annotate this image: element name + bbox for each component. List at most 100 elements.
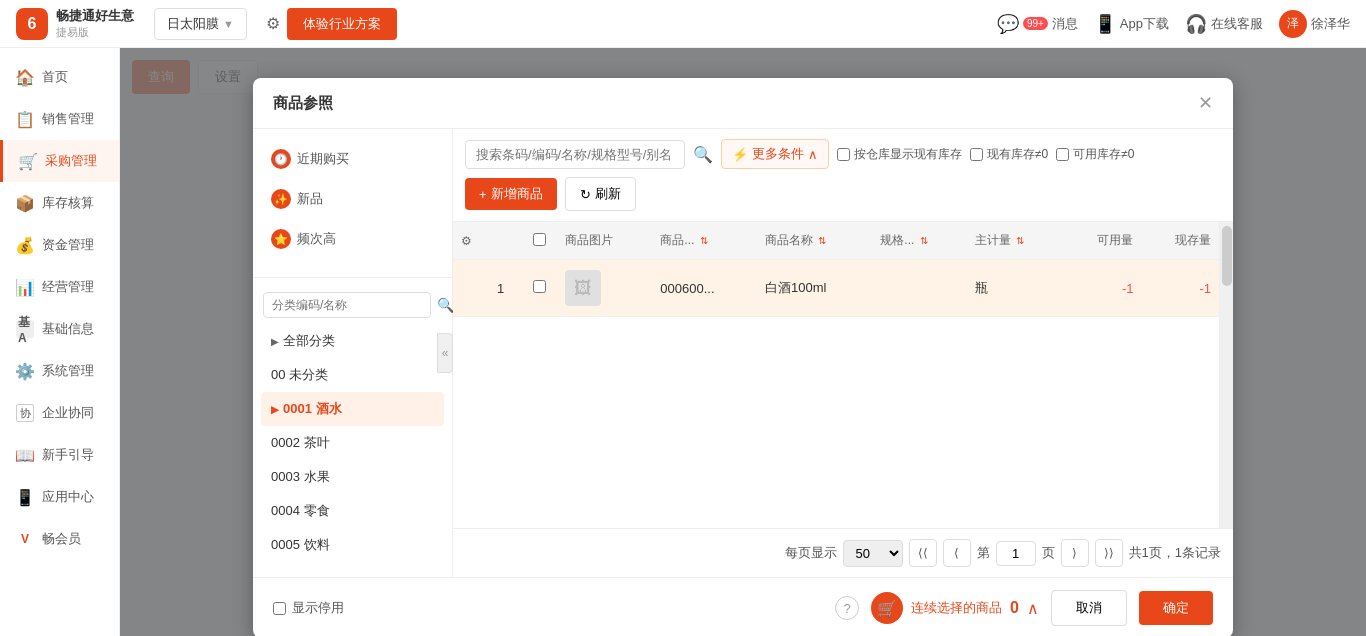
- sidebar-item-enterprise[interactable]: 协 企业协同: [0, 392, 119, 434]
- last-page-button[interactable]: ⟩⟩: [1095, 539, 1123, 567]
- category-item-0005[interactable]: 0005 饮料: [261, 528, 444, 562]
- sidebar-item-sales[interactable]: 📋 销售管理: [0, 98, 119, 140]
- left-panel-collapse-btn[interactable]: «: [437, 333, 453, 373]
- page-label: 第: [977, 544, 990, 562]
- column-settings-icon[interactable]: ⚙: [461, 234, 472, 248]
- help-icon[interactable]: ?: [835, 596, 859, 620]
- cat-label-00: 00 未分类: [271, 366, 328, 384]
- sidebar-item-label: 系统管理: [42, 362, 94, 380]
- tab-recent[interactable]: 🕐 近期购买: [261, 141, 444, 177]
- th-name[interactable]: 商品名称 ⇅: [757, 222, 872, 260]
- new-icon: ✨: [271, 189, 291, 209]
- sidebar-item-basic[interactable]: 基A 基础信息: [0, 308, 119, 350]
- filter-icon: ⚡: [732, 147, 748, 162]
- tab-frequent[interactable]: ⭐ 频次高: [261, 221, 444, 257]
- confirm-button[interactable]: 确定: [1139, 591, 1213, 625]
- user-name: 徐泽华: [1311, 15, 1350, 33]
- sidebar-item-stock[interactable]: 📦 库存核算: [0, 182, 119, 224]
- avail-ne0-label: 可用库存≠0: [1073, 146, 1134, 163]
- user-nav[interactable]: 泽 徐泽华: [1279, 10, 1350, 38]
- filter-button[interactable]: ⚡ 更多条件 ∧: [721, 139, 829, 169]
- category-item-0001[interactable]: ▶ 0001 酒水: [261, 392, 444, 426]
- category-item-0008[interactable]: 0008 水: [261, 562, 444, 565]
- category-search-icon[interactable]: 🔍: [437, 297, 454, 313]
- th-spec[interactable]: 规格... ⇅: [872, 222, 966, 260]
- category-item-all[interactable]: ▶ 全部分类: [261, 324, 444, 358]
- sidebar-item-member[interactable]: V 畅会员: [0, 518, 119, 560]
- category-item-0003[interactable]: 0003 水果: [261, 460, 444, 494]
- row-checkbox[interactable]: [533, 280, 546, 293]
- show-disabled-checkbox[interactable]: 显示停用: [273, 599, 344, 617]
- category-item-0004[interactable]: 0004 零食: [261, 494, 444, 528]
- add-product-button[interactable]: + 新增商品: [465, 178, 557, 210]
- cat-arrow-all: ▶: [271, 336, 279, 347]
- warehouse-display-checkbox[interactable]: 按仓库显示现有库存: [837, 146, 962, 163]
- th-gear[interactable]: ⚙: [453, 222, 489, 260]
- total-info: 共1页，1条记录: [1129, 544, 1221, 562]
- modal-left-panel: 🕐 近期购买 ✨ 新品 ⭐ 频次高: [253, 129, 453, 577]
- page-size-select[interactable]: 10 20 50 100: [843, 540, 903, 567]
- avail-ne0-input[interactable]: [1056, 148, 1069, 161]
- modal-close-button[interactable]: ✕: [1198, 92, 1213, 114]
- category-item-00[interactable]: 00 未分类: [261, 358, 444, 392]
- cancel-button[interactable]: 取消: [1051, 590, 1127, 626]
- frequent-icon: ⭐: [271, 229, 291, 249]
- category-search-input[interactable]: [263, 292, 431, 318]
- member-icon: V: [16, 530, 34, 548]
- stock-ne0-input[interactable]: [970, 148, 983, 161]
- app-download-nav[interactable]: 📱 App下载: [1094, 13, 1169, 35]
- scrollbar-thumb[interactable]: [1222, 226, 1232, 286]
- tab-new[interactable]: ✨ 新品: [261, 181, 444, 217]
- service-nav[interactable]: 🎧 在线客服: [1185, 13, 1263, 35]
- stock-ne0-checkbox[interactable]: 现有库存≠0: [970, 146, 1048, 163]
- refresh-icon: ↻: [580, 187, 591, 202]
- nav-selector[interactable]: 日太阳膜 ▼: [154, 8, 247, 40]
- collapse-up-icon[interactable]: ∧: [1027, 599, 1039, 618]
- avail-ne0-checkbox[interactable]: 可用库存≠0: [1056, 146, 1134, 163]
- select-all-checkbox[interactable]: [533, 233, 546, 246]
- sidebar-item-label: 畅会员: [42, 530, 81, 548]
- table-scrollbar[interactable]: [1219, 222, 1233, 528]
- product-table-scroll[interactable]: ⚙ 商品图片 商品... ⇅ 商品名称 ⇅ 规格... ⇅ 主计量 ⇅ 可用: [453, 222, 1219, 528]
- refresh-button[interactable]: ↻ 刷新: [565, 177, 636, 211]
- page-number-input[interactable]: [996, 541, 1036, 566]
- image-placeholder-icon: 🖼: [574, 278, 592, 299]
- sidebar-item-label: 企业协同: [42, 404, 94, 422]
- next-page-button[interactable]: ⟩: [1061, 539, 1089, 567]
- cell-stock: -1: [1141, 260, 1219, 317]
- prev-page-button[interactable]: ⟨: [943, 539, 971, 567]
- cart-section[interactable]: 🛒 连续选择的商品 0 ∧: [871, 592, 1039, 624]
- first-page-button[interactable]: ⟨⟨: [909, 539, 937, 567]
- ops-icon: 📊: [16, 278, 34, 296]
- guide-icon: 📖: [16, 446, 34, 464]
- modal-toolbar: 🔍 ⚡ 更多条件 ∧ 按仓库显示现有库存 现有库存≠0: [453, 129, 1233, 222]
- category-item-0002[interactable]: 0002 茶叶: [261, 426, 444, 460]
- sort-code-icon: ⇅: [700, 235, 708, 246]
- sidebar-item-system[interactable]: ⚙️ 系统管理: [0, 350, 119, 392]
- show-disabled-input[interactable]: [273, 602, 286, 615]
- sidebar-item-operations[interactable]: 📊 经营管理: [0, 266, 119, 308]
- sidebar-item-guide[interactable]: 📖 新手引导: [0, 434, 119, 476]
- settings-icon[interactable]: ⚙: [259, 10, 287, 38]
- sidebar-item-home[interactable]: 🏠 首页: [0, 56, 119, 98]
- sort-spec-icon: ⇅: [920, 235, 928, 246]
- cell-check[interactable]: [525, 260, 557, 317]
- sidebar-item-purchase[interactable]: 🛒 采购管理: [0, 140, 119, 182]
- product-search-input[interactable]: [465, 140, 685, 169]
- messages-nav[interactable]: 💬 99+ 消息: [997, 13, 1078, 35]
- sidebar-item-finance[interactable]: 💰 资金管理: [0, 224, 119, 266]
- messages-label: 消息: [1052, 15, 1078, 33]
- product-search-icon[interactable]: 🔍: [693, 145, 713, 164]
- warehouse-display-input[interactable]: [837, 148, 850, 161]
- cell-image: 🖼: [557, 260, 652, 317]
- table-row[interactable]: 1 🖼 000600... 白酒100ml: [453, 260, 1219, 317]
- cell-name: 白酒100ml: [757, 260, 872, 317]
- finance-icon: 💰: [16, 236, 34, 254]
- th-unit[interactable]: 主计量 ⇅: [967, 222, 1064, 260]
- sidebar-item-apps[interactable]: 📱 应用中心: [0, 476, 119, 518]
- cart-count: 0: [1010, 599, 1019, 617]
- system-icon: ⚙️: [16, 362, 34, 380]
- warehouse-display-label: 按仓库显示现有库存: [854, 146, 962, 163]
- th-code[interactable]: 商品... ⇅: [652, 222, 757, 260]
- experience-button[interactable]: 体验行业方案: [287, 8, 397, 40]
